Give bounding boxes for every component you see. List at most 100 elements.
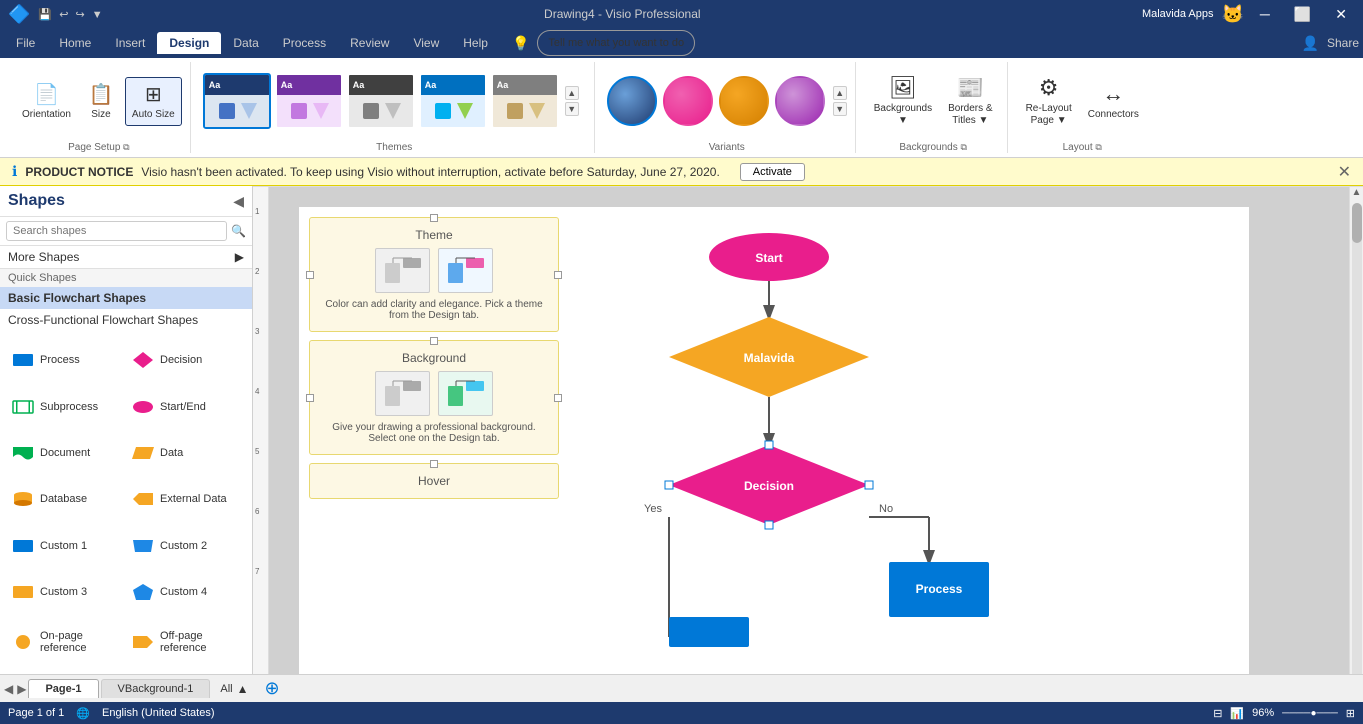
auto-size-button[interactable]: ⊞ Auto Size (125, 77, 182, 126)
shape-custom2[interactable]: Custom 2 (128, 525, 244, 567)
variants-content: ▲ ▼ (607, 62, 847, 140)
tab-page1[interactable]: Page-1 (28, 679, 98, 698)
page-prev-btn[interactable]: ◀ (4, 682, 13, 696)
tab-home[interactable]: Home (47, 32, 103, 54)
shape-custom4[interactable]: Custom 4 (128, 571, 244, 613)
shape-external-data[interactable]: External Data (128, 478, 244, 520)
bg-img-1 (375, 371, 430, 416)
variants-up[interactable]: ▲ (833, 86, 847, 100)
group-themes: Aa Aa (195, 62, 595, 153)
save-icon[interactable]: 💾 (38, 9, 52, 21)
search-input[interactable] (6, 221, 227, 241)
scroll-track[interactable] (1352, 203, 1362, 674)
customize-icon[interactable]: ▼ (92, 9, 103, 21)
theme-1-preview (217, 99, 257, 123)
theme-3[interactable]: Aa (347, 73, 415, 129)
theme-4[interactable]: Aa (419, 73, 487, 129)
search-icon[interactable]: 🔍 (231, 224, 246, 238)
tab-insert[interactable]: Insert (103, 32, 157, 54)
theme-5-a: Aa (497, 80, 509, 90)
canvas[interactable]: Theme (269, 187, 1349, 674)
redo-icon[interactable]: ↪ (75, 9, 84, 21)
borders-titles-button[interactable]: 📰 Borders &Titles ▼ (942, 71, 998, 131)
ribbon-search[interactable]: Tell me what you want to do (537, 30, 695, 56)
shape-onpage-ref[interactable]: On-page reference (8, 618, 124, 666)
share-label[interactable]: Share (1327, 36, 1359, 50)
themes-up[interactable]: ▲ (565, 86, 579, 100)
process-label: Process (40, 354, 80, 366)
backgrounds-icon: 🖼 (889, 75, 917, 101)
theme-3-preview (361, 99, 401, 123)
shape-process[interactable]: Process (8, 339, 124, 381)
shape-subprocess[interactable]: Subprocess (8, 385, 124, 427)
zoom-level: 96% (1252, 707, 1274, 719)
group-backgrounds: 🖼 Backgrounds▼ 📰 Borders &Titles ▼ Backg… (860, 62, 1008, 153)
close-btn[interactable]: ✕ (1327, 6, 1355, 23)
borders-label: Borders &Titles ▼ (948, 103, 992, 127)
shapes-search-area: 🔍 (0, 217, 252, 246)
theme-2[interactable]: Aa (275, 73, 343, 129)
notification-close[interactable]: ✕ (1338, 162, 1351, 182)
tab-vbackground1[interactable]: VBackground-1 (101, 679, 211, 698)
maximize-btn[interactable]: ⬜ (1286, 6, 1319, 23)
orientation-label: Orientation (22, 109, 71, 121)
add-page-btn[interactable]: ⊕ (259, 678, 286, 699)
re-layout-button[interactable]: ⚙ Re-LayoutPage ▼ (1020, 71, 1078, 131)
tab-data[interactable]: Data (221, 32, 270, 54)
status-icon-1[interactable]: ⊟ (1213, 707, 1222, 720)
status-icon-2[interactable]: 📊 (1230, 707, 1244, 720)
custom3-label: Custom 3 (40, 586, 87, 598)
shape-startend[interactable]: Start/End (128, 385, 244, 427)
scroll-up-btn[interactable]: ▲ (1350, 187, 1363, 201)
tab-help[interactable]: Help (451, 32, 500, 54)
theme-panel-title: Theme (320, 228, 548, 242)
tab-review[interactable]: Review (338, 32, 401, 54)
size-button[interactable]: 📋 Size (81, 78, 121, 125)
shapes-collapse-btn[interactable]: ◀ (233, 193, 244, 210)
theme-5-inner: Aa (493, 75, 557, 127)
all-label[interactable]: All (220, 683, 232, 695)
tab-design[interactable]: Design (157, 32, 221, 54)
tab-view[interactable]: View (401, 32, 451, 54)
zoom-in-btn[interactable]: ⊞ (1346, 707, 1355, 720)
variants-down[interactable]: ▼ (833, 102, 847, 116)
shape-database[interactable]: Database (8, 478, 124, 520)
shape-document[interactable]: Document (8, 432, 124, 474)
themes-down[interactable]: ▼ (565, 102, 579, 116)
theme-1[interactable]: Aa (203, 73, 271, 129)
variants-arrows: ▲ ▼ (833, 86, 847, 116)
minimize-btn[interactable]: ─ (1252, 6, 1278, 22)
svg-text:No: No (879, 503, 893, 515)
more-shapes-button[interactable]: More Shapes ▶ (0, 246, 252, 269)
shape-offpage-ref[interactable]: Off-page reference (128, 618, 244, 666)
page-next-btn[interactable]: ▶ (17, 682, 26, 696)
shape-data[interactable]: Data (128, 432, 244, 474)
variant-2[interactable] (663, 76, 713, 126)
orientation-button[interactable]: 📄 Orientation (16, 78, 77, 125)
tab-process[interactable]: Process (271, 32, 338, 54)
variant-4[interactable] (775, 76, 825, 126)
connectors-button[interactable]: ↔ Connectors (1082, 77, 1145, 125)
cross-functional-item[interactable]: Cross-Functional Flowchart Shapes (0, 309, 252, 331)
theme-img-1-svg (383, 253, 423, 288)
backgrounds-button[interactable]: 🖼 Backgrounds▼ (868, 71, 938, 131)
document-label: Document (40, 447, 90, 459)
activate-button[interactable]: Activate (740, 163, 805, 181)
shape-custom1[interactable]: Custom 1 (8, 525, 124, 567)
variant-1[interactable] (607, 76, 657, 126)
theme-5[interactable]: Aa (491, 73, 559, 129)
undo-icon[interactable]: ↩ (59, 9, 68, 21)
shape-custom3[interactable]: Custom 3 (8, 571, 124, 613)
all-arrow[interactable]: ▲ (237, 682, 249, 696)
lightbulb-icon: 💡 (512, 35, 529, 52)
offpage-ref-icon (132, 633, 154, 651)
scroll-thumb[interactable] (1352, 203, 1362, 243)
hover-handle-top (430, 460, 438, 468)
zoom-slider[interactable]: ────●─── (1282, 708, 1338, 719)
basic-flowchart-item[interactable]: Basic Flowchart Shapes (0, 287, 252, 309)
tab-file[interactable]: File (4, 32, 47, 54)
variant-3[interactable] (719, 76, 769, 126)
bg-handle-top (430, 337, 438, 345)
custom2-icon (132, 537, 154, 555)
shape-decision[interactable]: Decision (128, 339, 244, 381)
